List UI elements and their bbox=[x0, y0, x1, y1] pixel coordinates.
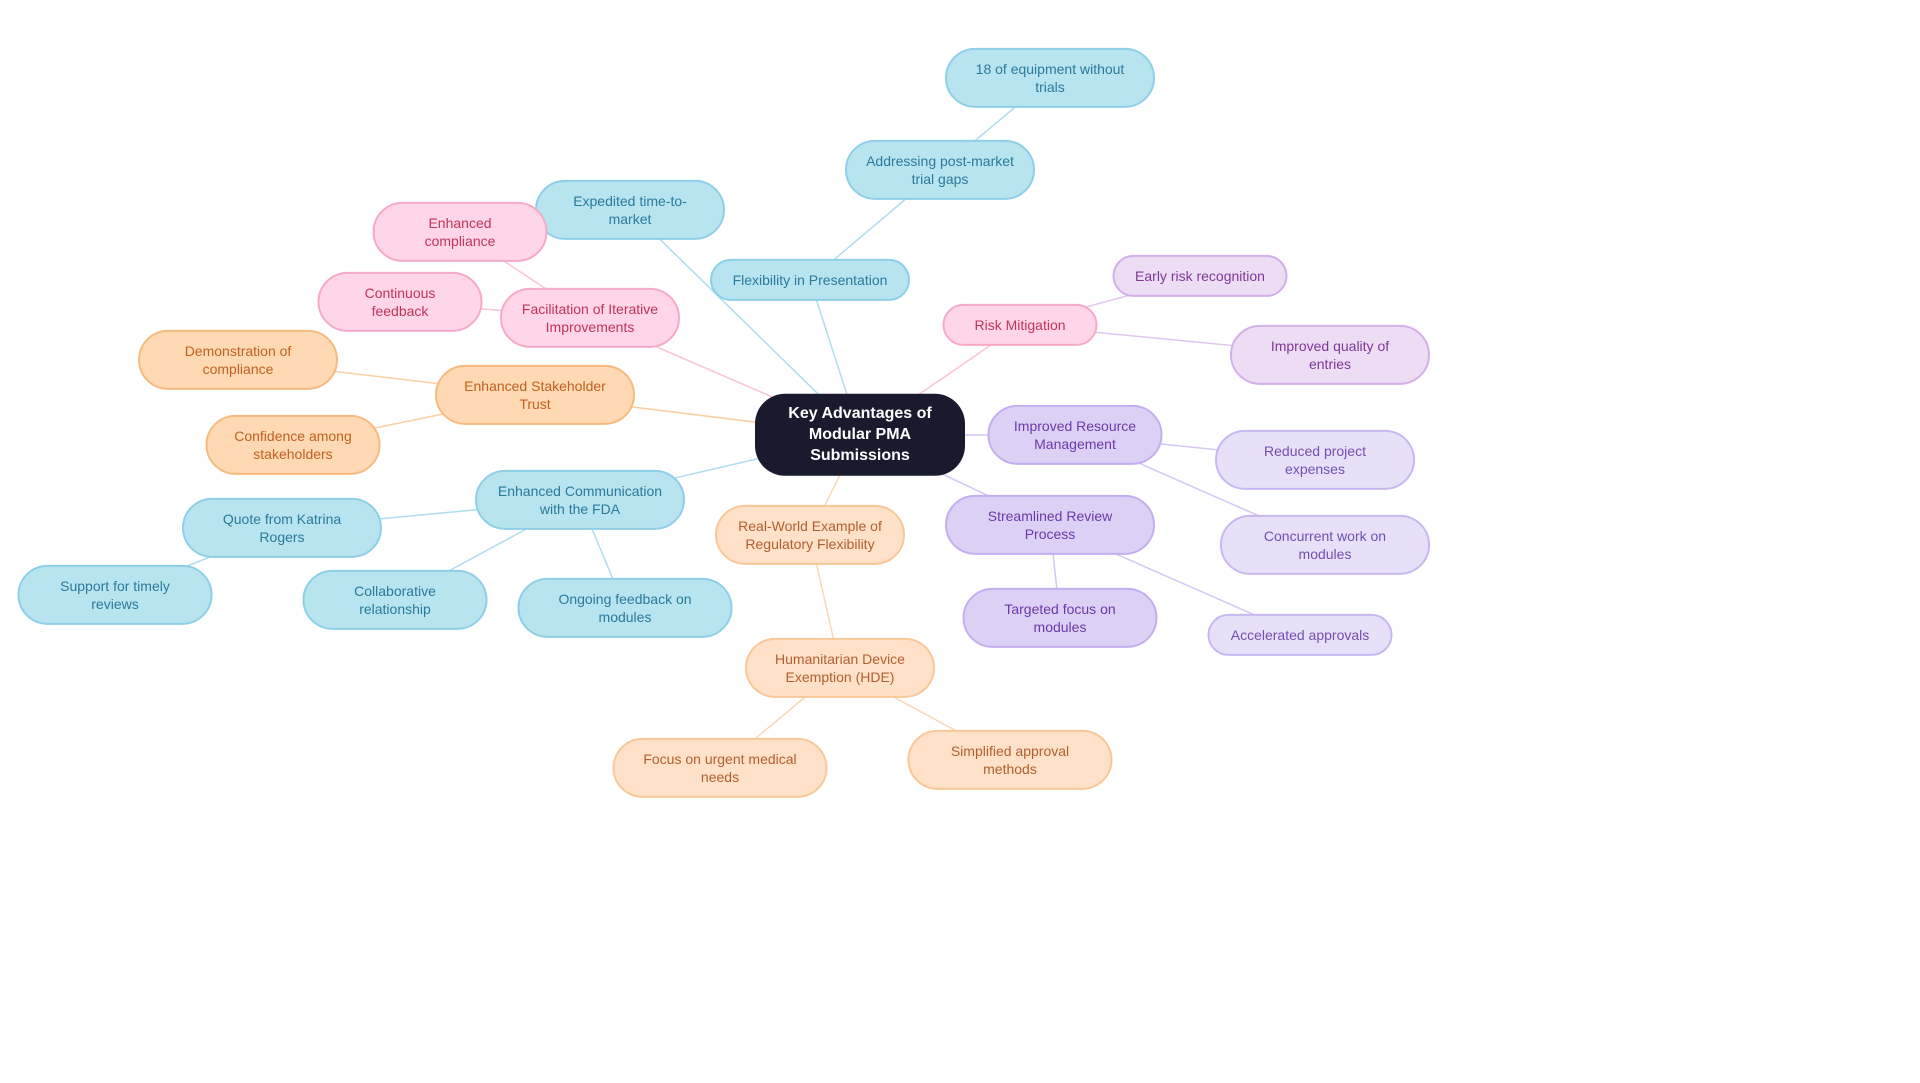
node-confidence: Confidence among stakeholders bbox=[206, 415, 381, 475]
node-simplified: Simplified approval methods bbox=[908, 730, 1113, 790]
node-support-timely: Support for timely reviews bbox=[18, 565, 213, 625]
node-concurrent: Concurrent work on modules bbox=[1220, 515, 1430, 575]
node-continuous-feedback: Continuous feedback bbox=[318, 272, 483, 332]
node-improved-resource: Improved Resource Management bbox=[988, 405, 1163, 465]
node-focus-urgent: Focus on urgent medical needs bbox=[613, 738, 828, 798]
node-reduced-expenses: Reduced project expenses bbox=[1215, 430, 1415, 490]
node-expedited: Expedited time-to-market bbox=[535, 180, 725, 240]
node-flexibility: Flexibility in Presentation bbox=[710, 259, 910, 301]
node-enhanced-trust: Enhanced Stakeholder Trust bbox=[435, 365, 635, 425]
node-collaborative: Collaborative relationship bbox=[303, 570, 488, 630]
node-improved-quality: Improved quality of entries bbox=[1230, 325, 1430, 385]
node-facilitation: Facilitation of Iterative Improvements bbox=[500, 288, 680, 348]
node-quote-katrina: Quote from Katrina Rogers bbox=[182, 498, 382, 558]
node-demo-compliance: Demonstration of compliance bbox=[138, 330, 338, 390]
mindmap-container: Key Advantages of Modular PMA Submission… bbox=[0, 0, 1920, 1083]
node-targeted: Targeted focus on modules bbox=[963, 588, 1158, 648]
node-addressing: Addressing post-market trial gaps bbox=[845, 140, 1035, 200]
node-real-world: Real-World Example of Regulatory Flexibi… bbox=[715, 505, 905, 565]
node-early-risk: Early risk recognition bbox=[1113, 255, 1288, 297]
node-risk-mitigation: Risk Mitigation bbox=[943, 304, 1098, 346]
node-ongoing-feedback: Ongoing feedback on modules bbox=[518, 578, 733, 638]
node-accelerated: Accelerated approvals bbox=[1208, 614, 1393, 656]
node-streamlined: Streamlined Review Process bbox=[945, 495, 1155, 555]
node-hde: Humanitarian Device Exemption (HDE) bbox=[745, 638, 935, 698]
center-node: Key Advantages of Modular PMA Submission… bbox=[755, 394, 965, 476]
node-equipment18: 18 of equipment without trials bbox=[945, 48, 1155, 108]
node-enhanced-comm: Enhanced Communication with the FDA bbox=[475, 470, 685, 530]
node-enhanced-compliance: Enhanced compliance bbox=[373, 202, 548, 262]
